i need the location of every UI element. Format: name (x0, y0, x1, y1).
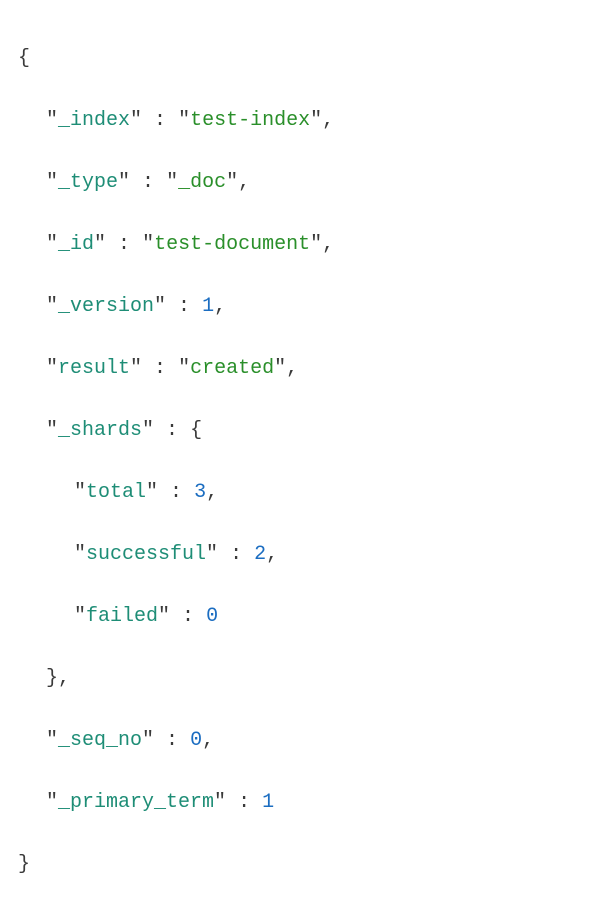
key-type: "_type" (46, 171, 130, 194)
val-failed: 0 (206, 605, 218, 628)
line-shards-close: }, (18, 663, 586, 694)
key-result: "result" (46, 357, 142, 380)
val-primary: 1 (262, 791, 274, 814)
key-shards: "_shards" (46, 419, 154, 442)
line-shards-successful: "successful" : 2, (18, 539, 586, 570)
line-version: "_version" : 1, (18, 291, 586, 322)
key-primary: "_primary_term" (46, 791, 226, 814)
val-index: "test-index" (178, 109, 322, 132)
line-id: "_id" : "test-document", (18, 229, 586, 260)
line-shards-failed: "failed" : 0 (18, 601, 586, 632)
line-primary: "_primary_term" : 1 (18, 787, 586, 818)
line-shards-open: "_shards" : { (18, 415, 586, 446)
key-total: "total" (74, 481, 158, 504)
shards-brace-open: { (190, 419, 202, 442)
key-version: "_version" (46, 295, 166, 318)
code-block: { "_index" : "test-index", "_type" : "_d… (18, 12, 586, 911)
val-seqno: 0 (190, 729, 202, 752)
shards-brace-close: } (46, 667, 58, 690)
key-id: "_id" (46, 233, 106, 256)
val-total: 3 (194, 481, 206, 504)
val-successful: 2 (254, 543, 266, 566)
key-index: "_index" (46, 109, 142, 132)
line-shards-total: "total" : 3, (18, 477, 586, 508)
val-version: 1 (202, 295, 214, 318)
val-type: "_doc" (166, 171, 238, 194)
line-result: "result" : "created", (18, 353, 586, 384)
brace-open: { (18, 47, 30, 70)
key-seqno: "_seq_no" (46, 729, 154, 752)
val-result: "created" (178, 357, 286, 380)
json-open: { (18, 43, 586, 74)
brace-close: } (18, 853, 30, 876)
line-seqno: "_seq_no" : 0, (18, 725, 586, 756)
line-type: "_type" : "_doc", (18, 167, 586, 198)
line-index: "_index" : "test-index", (18, 105, 586, 136)
json-close: } (18, 849, 586, 880)
val-id: "test-document" (142, 233, 322, 256)
key-failed: "failed" (74, 605, 170, 628)
key-successful: "successful" (74, 543, 218, 566)
